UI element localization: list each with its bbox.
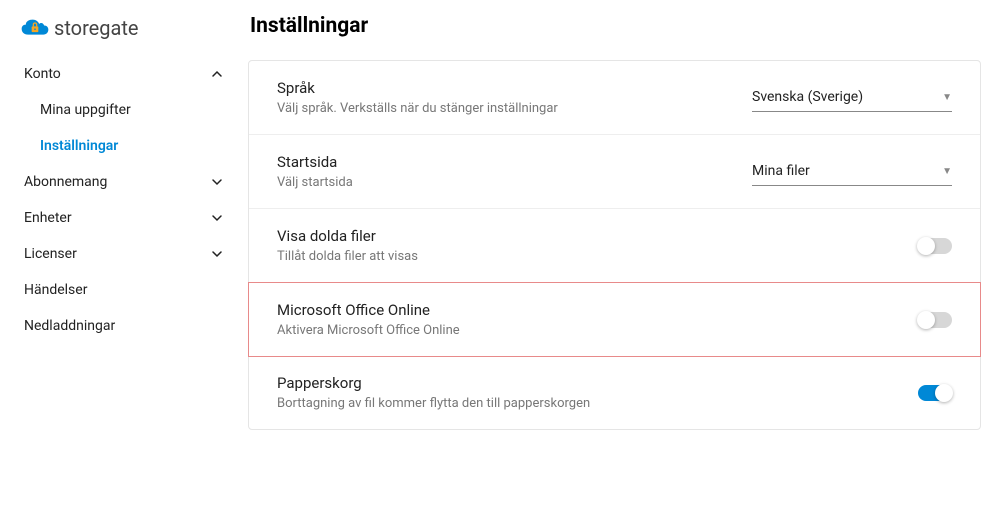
sidebar-item-label: Abonnemang — [24, 174, 107, 190]
setting-labels: Startsida Välj startsida — [277, 153, 353, 190]
select-value: Mina filer — [752, 163, 810, 179]
startpage-select[interactable]: Mina filer ▼ — [752, 157, 952, 186]
sidebar-item-konto[interactable]: Konto — [0, 56, 248, 92]
sidebar-item-enheter[interactable]: Enheter — [0, 200, 248, 236]
page-title: Inställningar — [248, 14, 981, 38]
hidden-files-toggle[interactable] — [918, 238, 952, 254]
setting-desc: Borttagning av fil kommer flytta den til… — [277, 396, 590, 411]
chevron-down-icon — [210, 211, 224, 225]
setting-row-office-online: Microsoft Office Online Aktivera Microso… — [248, 282, 981, 357]
sidebar: storegate Konto Mina uppgifter Inställni… — [0, 0, 248, 519]
chevron-down-icon — [210, 175, 224, 189]
setting-labels: Papperskorg Borttagning av fil kommer fl… — [277, 374, 590, 411]
setting-row-hidden-files: Visa dolda filer Tillåt dolda filer att … — [249, 209, 980, 283]
setting-labels: Microsoft Office Online Aktivera Microso… — [277, 301, 460, 338]
sidebar-item-installningar[interactable]: Inställningar — [0, 128, 248, 164]
chevron-down-icon — [210, 247, 224, 261]
settings-card: Språk Välj språk. Verkställs när du stän… — [248, 60, 981, 430]
trash-toggle[interactable] — [918, 385, 952, 401]
sidebar-item-label: Nedladdningar — [24, 318, 115, 334]
setting-title: Startsida — [277, 153, 353, 171]
setting-desc: Välj språk. Verkställs när du stänger in… — [277, 101, 558, 116]
logo[interactable]: storegate — [0, 16, 248, 56]
setting-row-trash: Papperskorg Borttagning av fil kommer fl… — [249, 356, 980, 429]
setting-desc: Tillåt dolda filer att visas — [277, 249, 418, 264]
cloud-lock-icon — [20, 17, 50, 39]
setting-row-startpage: Startsida Välj startsida Mina filer ▼ — [249, 135, 980, 209]
caret-down-icon: ▼ — [942, 92, 952, 103]
sidebar-item-label: Händelser — [24, 282, 87, 298]
setting-title: Papperskorg — [277, 374, 590, 392]
setting-title: Visa dolda filer — [277, 227, 418, 245]
sidebar-item-label: Mina uppgifter — [40, 102, 131, 118]
setting-row-language: Språk Välj språk. Verkställs när du stän… — [249, 61, 980, 135]
office-online-toggle[interactable] — [918, 312, 952, 328]
setting-desc: Aktivera Microsoft Office Online — [277, 323, 460, 338]
setting-title: Microsoft Office Online — [277, 301, 460, 319]
sidebar-item-mina-uppgifter[interactable]: Mina uppgifter — [0, 92, 248, 128]
sidebar-item-label: Licenser — [24, 246, 77, 262]
setting-title: Språk — [277, 79, 558, 97]
toggle-knob — [935, 384, 953, 402]
setting-desc: Välj startsida — [277, 175, 353, 190]
sidebar-item-label: Inställningar — [40, 138, 118, 154]
chevron-up-icon — [210, 67, 224, 81]
setting-labels: Språk Välj språk. Verkställs när du stän… — [277, 79, 558, 116]
caret-down-icon: ▼ — [942, 166, 952, 177]
logo-text: storegate — [54, 16, 139, 40]
sidebar-item-handelser[interactable]: Händelser — [0, 272, 248, 308]
sidebar-item-abonnemang[interactable]: Abonnemang — [0, 164, 248, 200]
setting-labels: Visa dolda filer Tillåt dolda filer att … — [277, 227, 418, 264]
language-select[interactable]: Svenska (Sverige) ▼ — [752, 83, 952, 112]
toggle-knob — [917, 311, 935, 329]
sidebar-item-label: Konto — [24, 66, 61, 82]
sidebar-item-label: Enheter — [24, 210, 72, 226]
select-value: Svenska (Sverige) — [752, 89, 863, 105]
sidebar-item-nedladdningar[interactable]: Nedladdningar — [0, 308, 248, 344]
sidebar-item-licenser[interactable]: Licenser — [0, 236, 248, 272]
toggle-knob — [917, 237, 935, 255]
main: Inställningar Språk Välj språk. Verkstäl… — [248, 0, 997, 519]
